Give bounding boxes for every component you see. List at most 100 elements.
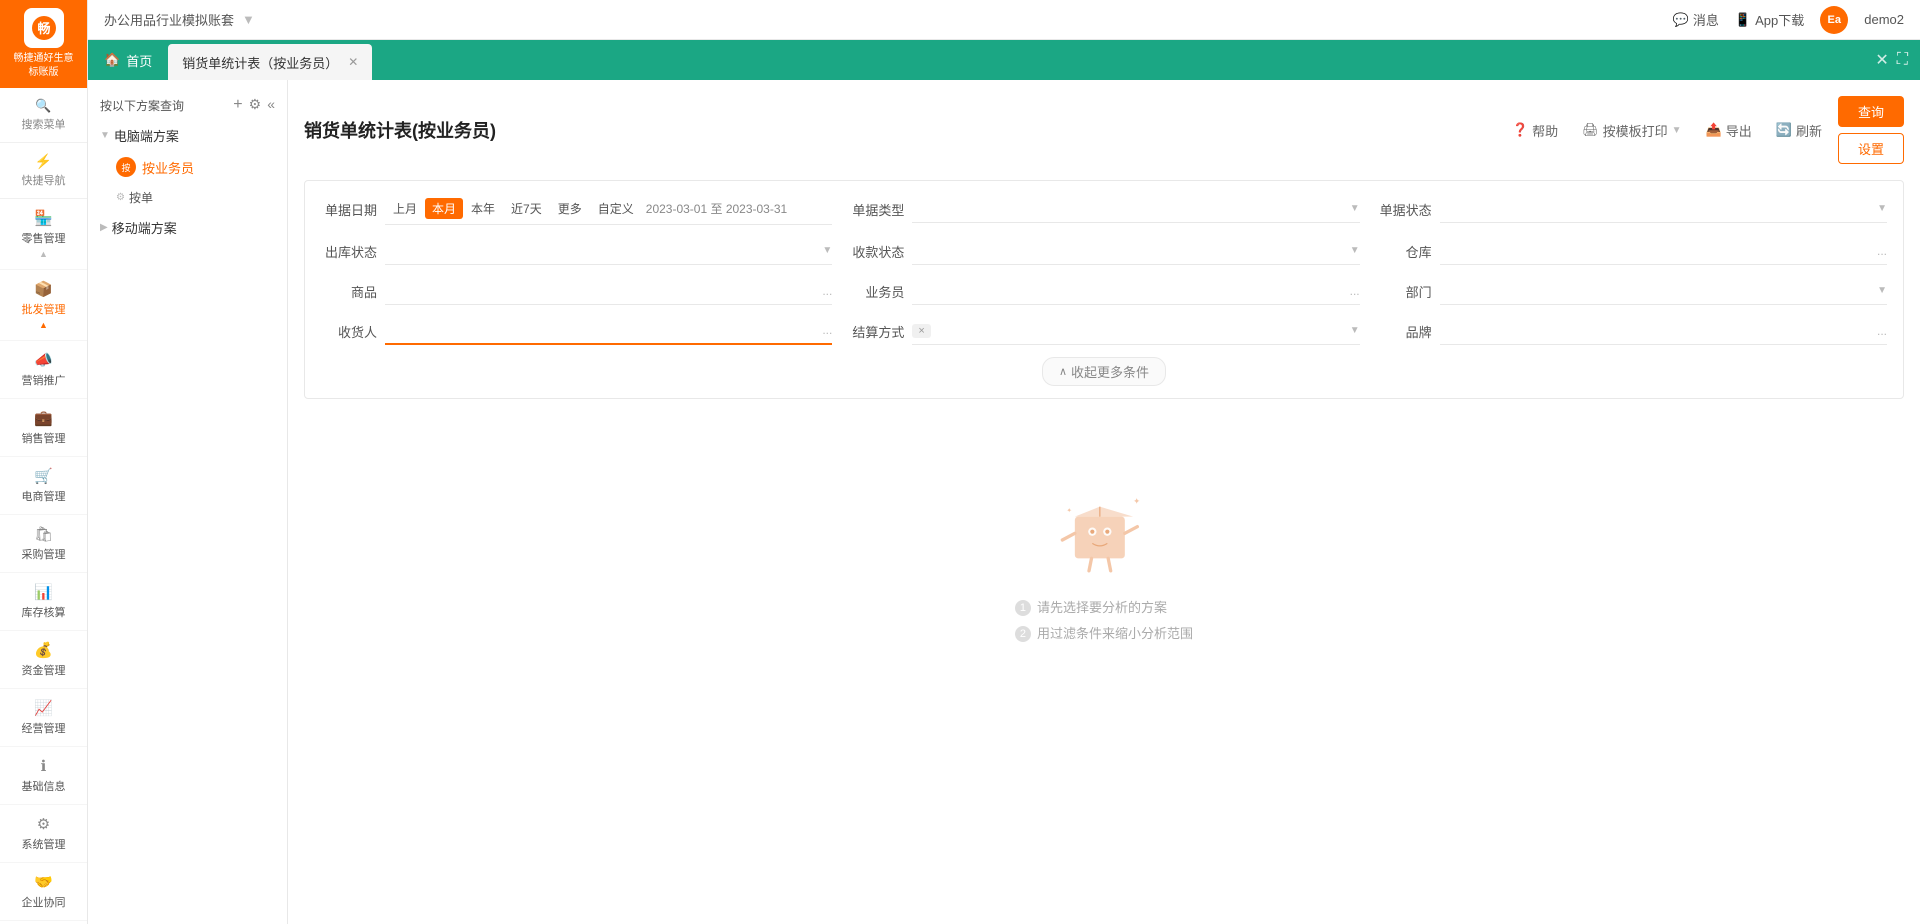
dept-input[interactable]: ▼: [1440, 277, 1887, 305]
sidebar-item-sales-label: 销售管理: [22, 430, 66, 446]
tab-close-all-btn[interactable]: ✕: [1875, 50, 1888, 70]
salesperson-label: 业务员: [848, 282, 904, 301]
refresh-btn[interactable]: 🔄 刷新: [1768, 117, 1830, 144]
search-icon: 🔍: [35, 98, 51, 113]
settings-scheme-btn[interactable]: ⚙: [249, 96, 262, 114]
main-area: 办公用品行业模拟账套 ▼ 💬 消息 📱 App下载 Ea demo2 🏠 首页 …: [88, 0, 1920, 924]
settings-btn[interactable]: 设置: [1838, 133, 1904, 164]
wholesale-arrow-icon: ▲: [39, 320, 48, 330]
salesperson-filter-group: 业务员 ...: [848, 277, 1359, 305]
doc-status-label: 单据状态: [1376, 200, 1432, 219]
export-btn[interactable]: 📤 导出: [1698, 117, 1760, 144]
warehouse-more-btn[interactable]: ...: [1877, 244, 1887, 258]
payment-input[interactable]: × ▼: [912, 317, 1359, 345]
help-btn[interactable]: ❓ 帮助: [1504, 117, 1566, 144]
page-header: 销货单统计表(按业务员) ❓ 帮助 🖨 按模板打印 ▼ 📤 导出: [304, 96, 1904, 164]
refresh-icon: 🔄: [1776, 122, 1792, 138]
tip-num-1: 1: [1015, 600, 1031, 616]
receive-status-input[interactable]: ▼: [912, 237, 1359, 265]
tree-child-salesperson[interactable]: 按 按业务员: [88, 151, 287, 183]
sidebar-quick-nav[interactable]: ⚡ 快捷导航: [0, 143, 87, 199]
tabbar: 🏠 首页 销货单统计表（按业务员） ✕ ✕ ⛶: [88, 40, 1920, 80]
sidebar-item-sales[interactable]: 💼 销售管理: [0, 399, 87, 457]
tree-sub-group-order[interactable]: ⚙ 按单: [88, 183, 287, 212]
empty-tip-1: 1 请先选择要分析的方案: [1015, 595, 1193, 621]
tip-num-2: 2: [1015, 626, 1031, 642]
download-icon: 📱: [1735, 12, 1751, 28]
brand-filter-group: 品牌 ...: [1376, 317, 1887, 345]
message-btn[interactable]: 💬 消息: [1673, 10, 1719, 29]
date-btn-more[interactable]: 更多: [550, 197, 590, 220]
user-name[interactable]: demo2: [1864, 12, 1904, 27]
sidebar-search[interactable]: 🔍 搜索菜单: [0, 88, 87, 143]
empty-tips: 1 请先选择要分析的方案 2 用过滤条件来缩小分析范围: [1015, 595, 1193, 647]
sidebar-item-finance[interactable]: 💰 资金管理: [0, 631, 87, 689]
sidebar-item-system[interactable]: ⚙ 系统管理: [0, 805, 87, 863]
doc-type-input[interactable]: ▼: [912, 195, 1359, 223]
recipient-input[interactable]: ...: [385, 317, 832, 345]
sidebar-item-retail-label: 零售管理: [22, 230, 66, 246]
sidebar-item-inventory[interactable]: 📊 库存核算: [0, 573, 87, 631]
payment-tag-close[interactable]: ×: [918, 325, 924, 337]
salesperson-input[interactable]: ...: [912, 277, 1359, 305]
brand-input[interactable]: ...: [1440, 317, 1887, 345]
date-btn-last7[interactable]: 近7天: [503, 197, 550, 220]
refresh-label: 刷新: [1796, 121, 1822, 140]
payment-label: 结算方式: [848, 322, 904, 341]
tree-group-pc[interactable]: ▼ 电脑端方案: [88, 120, 287, 151]
brand-more-btn[interactable]: ...: [1877, 324, 1887, 338]
sidebar-item-operations[interactable]: 📈 经营管理: [0, 689, 87, 747]
goods-more-btn[interactable]: ...: [822, 284, 832, 298]
receive-status-dropdown-icon: ▼: [1350, 245, 1360, 256]
collapse-panel-btn[interactable]: «: [267, 96, 275, 114]
date-btn-last-month[interactable]: 上月: [385, 197, 425, 220]
tree-group-mobile[interactable]: ▶ 移动端方案: [88, 212, 287, 243]
topbar-dropdown-icon[interactable]: ▼: [242, 12, 255, 27]
sidebar-item-system-label: 系统管理: [22, 836, 66, 852]
sidebar-logo[interactable]: 畅 畅捷通好生意 标账版: [0, 0, 87, 88]
sidebar-item-corp-label: 企业协同: [22, 894, 66, 910]
empty-tip-1-text: 请先选择要分析的方案: [1037, 595, 1167, 621]
warehouse-input[interactable]: ...: [1440, 237, 1887, 265]
goods-input[interactable]: ...: [385, 277, 832, 305]
sidebar-item-ecommerce[interactable]: 🛒 电商管理: [0, 457, 87, 515]
left-panel-header: 按以下方案查询 + ⚙ «: [88, 90, 287, 120]
add-scheme-btn[interactable]: +: [233, 96, 242, 114]
date-btn-this-month[interactable]: 本月: [425, 198, 463, 219]
date-btn-this-year[interactable]: 本年: [463, 197, 503, 220]
active-scheme-circle: 按: [116, 157, 136, 177]
out-status-input[interactable]: ▼: [385, 237, 832, 265]
query-btn[interactable]: 查询: [1838, 96, 1904, 127]
doc-status-input[interactable]: ▼: [1440, 195, 1887, 223]
print-btn[interactable]: 🖨 按模板打印 ▼: [1574, 117, 1689, 144]
tab-close-sales-stat[interactable]: ✕: [348, 55, 358, 69]
collapse-icon: ∧: [1059, 365, 1067, 378]
sidebar-item-corp[interactable]: 🤝 企业协同: [0, 863, 87, 921]
sidebar-item-purchase[interactable]: 🛍 采购管理: [0, 515, 87, 573]
sidebar-quick-nav-label: 快捷导航: [6, 172, 81, 188]
user-avatar[interactable]: Ea: [1820, 6, 1848, 34]
sidebar-item-wholesale[interactable]: 📦 批发管理 ▲: [0, 270, 87, 341]
salesperson-more-btn[interactable]: ...: [1350, 284, 1360, 298]
app-download-btn[interactable]: 📱 App下载: [1735, 10, 1804, 29]
sidebar-item-retail[interactable]: 🏪 零售管理 ▲: [0, 199, 87, 270]
help-label: 帮助: [1532, 121, 1558, 140]
empty-state: ✦ ✦ 1 请先选择要分析的方案 2 用过滤条件来缩小分析范围: [304, 415, 1904, 707]
tab-maximize-btn[interactable]: ⛶: [1897, 51, 1908, 69]
sidebar-item-basic[interactable]: ℹ 基础信息: [0, 747, 87, 805]
sidebar-item-marketing[interactable]: 📣 营销推广: [0, 341, 87, 399]
sidebar-item-wholesale-label: 批发管理: [22, 301, 66, 317]
recipient-more-btn[interactable]: ...: [822, 323, 832, 337]
tab-sales-stat[interactable]: 销货单统计表（按业务员） ✕: [168, 44, 372, 80]
sidebar-item-finance-label: 资金管理: [22, 662, 66, 678]
tab-home[interactable]: 🏠 首页: [88, 40, 168, 80]
svg-text:畅: 畅: [37, 21, 50, 36]
system-icon: ⚙: [37, 815, 50, 833]
message-label: 消息: [1693, 10, 1719, 29]
collapse-row: ∧ 收起更多条件: [321, 349, 1887, 386]
recipient-label: 收货人: [321, 322, 377, 341]
collapse-more-btn[interactable]: ∧ 收起更多条件: [1042, 357, 1166, 386]
date-btn-custom[interactable]: 自定义: [590, 197, 642, 220]
tab-home-label: 首页: [126, 51, 152, 70]
payment-tag: ×: [912, 324, 930, 338]
